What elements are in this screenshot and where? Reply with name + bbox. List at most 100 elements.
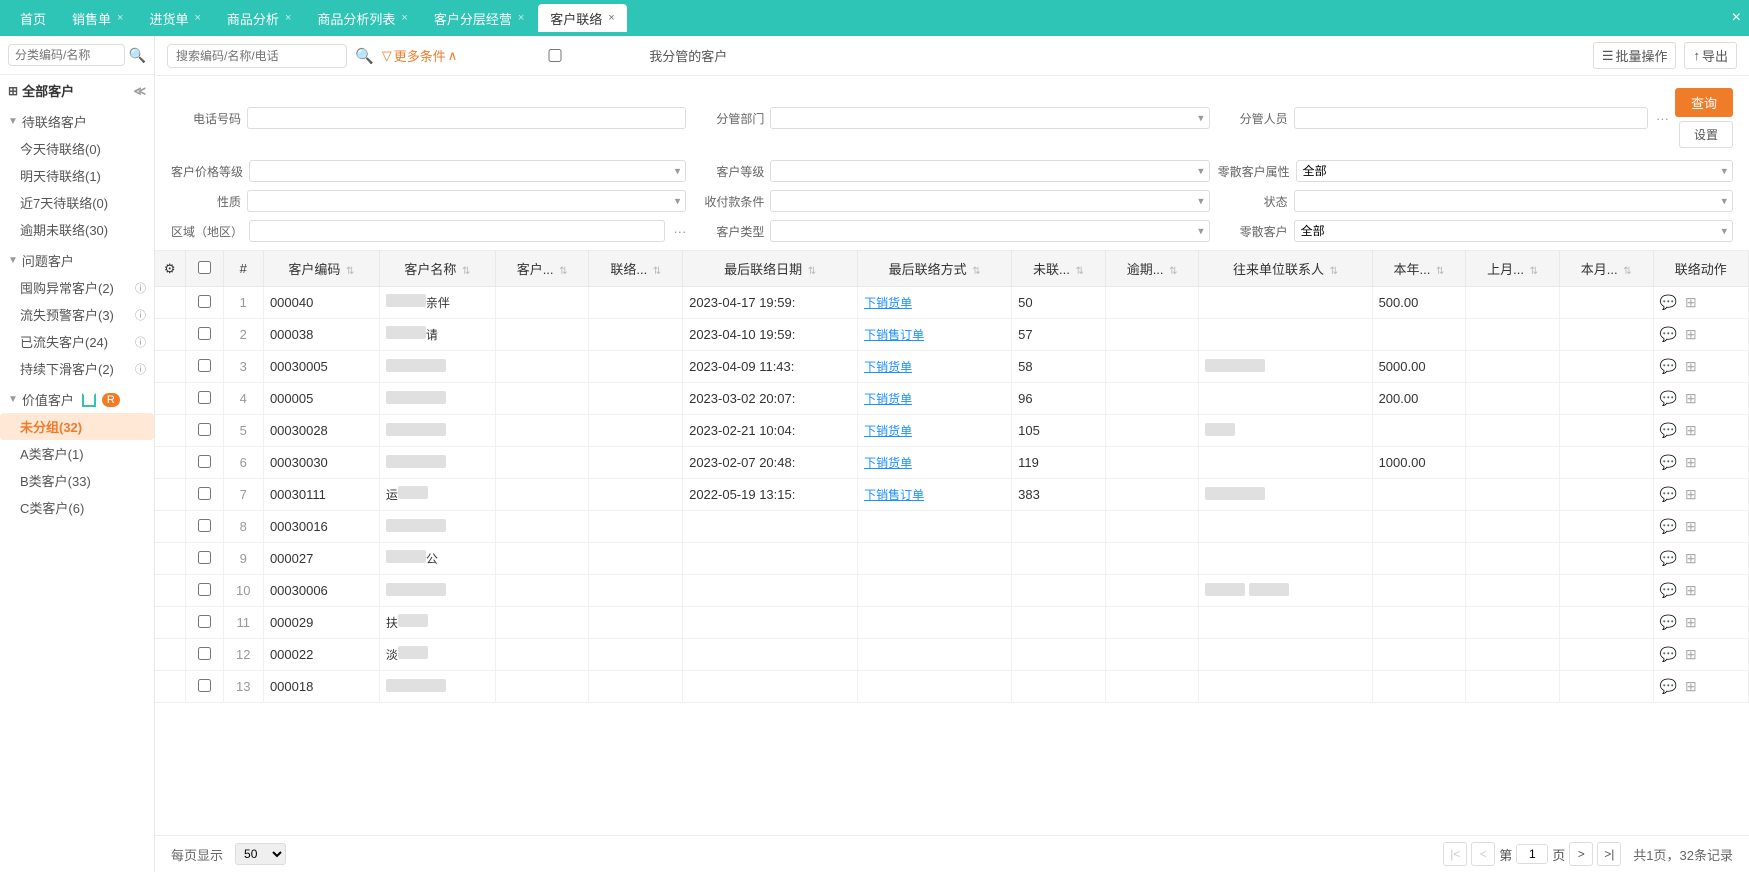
sidebar-group-value-title[interactable]: ▼ 价值客户 R [0, 386, 154, 413]
chat-icon[interactable]: 💬 [1660, 294, 1677, 311]
settings-col-header[interactable]: ⚙ [155, 251, 185, 287]
row-checkbox[interactable] [198, 455, 211, 468]
batch-operation-button[interactable]: ☰ 批量操作 [1593, 42, 1677, 69]
staff-more-icon[interactable]: ··· [1656, 111, 1669, 126]
last-date-col-header[interactable]: 最后联络日期 ⇅ [683, 251, 858, 287]
tab-purchase-close[interactable]: × [194, 12, 200, 24]
sidebar-group-pending-title[interactable]: ▼ 待联络客户 [0, 108, 154, 135]
row-checkbox[interactable] [198, 295, 211, 308]
customer-level-select[interactable] [770, 160, 1209, 182]
contact-col-header[interactable]: 联络... ⇅ [589, 251, 683, 287]
grid-action-icon[interactable]: ⊞ [1685, 646, 1697, 663]
chat-icon[interactable]: 💬 [1660, 326, 1677, 343]
row-checkbox[interactable] [198, 615, 211, 628]
my-customers-checkbox[interactable]: 我分管的客户 [465, 46, 727, 65]
row-checkbox[interactable] [198, 391, 211, 404]
chat-icon[interactable]: 💬 [1660, 486, 1677, 503]
row-checkbox[interactable] [198, 359, 211, 372]
tab-sales[interactable]: 销售单 × [60, 4, 135, 32]
refresh-circle-icon[interactable] [82, 392, 96, 408]
last-method-link[interactable]: 下销货单 [864, 424, 912, 438]
type-col-header[interactable]: 客户... ⇅ [495, 251, 589, 287]
grid-action-icon[interactable]: ⊞ [1685, 294, 1697, 311]
sidebar-all-customers[interactable]: ⊞ 全部客户 ≪ [0, 75, 154, 106]
last-method-link[interactable]: 下销货单 [864, 392, 912, 406]
tab-customer-segment-close[interactable]: × [518, 12, 524, 24]
tab-home[interactable]: 首页 [8, 4, 58, 32]
next-page-button[interactable]: > [1569, 842, 1593, 866]
row-checkbox[interactable] [198, 647, 211, 660]
grid-action-icon[interactable]: ⊞ [1685, 326, 1697, 343]
grid-action-icon[interactable]: ⊞ [1685, 678, 1697, 695]
status-select[interactable] [1294, 190, 1733, 212]
payment-select[interactable] [770, 190, 1209, 212]
sidebar-item-b[interactable]: B类客户(33) [0, 467, 154, 494]
grid-action-icon[interactable]: ⊞ [1685, 486, 1697, 503]
tab-product-analysis-list-close[interactable]: × [401, 12, 407, 24]
query-button[interactable]: 查询 [1675, 88, 1733, 117]
row-checkbox[interactable] [198, 487, 211, 500]
row-checkbox[interactable] [198, 519, 211, 532]
row-checkbox[interactable] [198, 423, 211, 436]
sidebar-item-c[interactable]: C类客户(6) [0, 494, 154, 521]
chat-icon[interactable]: 💬 [1660, 678, 1677, 695]
code-col-header[interactable]: 客户编码 ⇅ [263, 251, 379, 287]
last-method-col-header[interactable]: 最后联络方式 ⇅ [858, 251, 1012, 287]
sidebar-search-icon[interactable]: 🔍 [129, 47, 146, 64]
page-number-input[interactable] [1516, 844, 1548, 864]
prev-page-button[interactable]: < [1471, 842, 1495, 866]
settings-icon[interactable]: ⚙ [164, 261, 176, 276]
search-input[interactable] [167, 44, 347, 68]
export-button[interactable]: ↑ 导出 [1684, 42, 1737, 69]
region-more-icon[interactable]: ··· [673, 224, 686, 239]
search-button-icon[interactable]: 🔍 [355, 47, 374, 65]
customer-type-select[interactable] [770, 220, 1209, 242]
reset-button[interactable]: 设置 [1679, 121, 1733, 148]
phone-input[interactable] [247, 107, 686, 129]
sidebar-item-abnormal[interactable]: 囤购异常客户(2) ⓘ [0, 274, 154, 301]
last-method-link[interactable]: 下销货单 [864, 360, 912, 374]
grid-action-icon[interactable]: ⊞ [1685, 454, 1697, 471]
name-col-header[interactable]: 客户名称 ⇅ [379, 251, 495, 287]
chat-icon[interactable]: 💬 [1660, 422, 1677, 439]
region-input[interactable] [249, 220, 665, 242]
more-conditions-button[interactable]: ▽ 更多条件 ∧ [382, 46, 458, 65]
sidebar-collapse-icon[interactable]: ≪ [133, 84, 146, 98]
sidebar-item-overdue[interactable]: 逾期未联络(30) [0, 216, 154, 243]
sidebar-item-7days[interactable]: 近7天待联络(0) [0, 189, 154, 216]
chat-icon[interactable]: 💬 [1660, 358, 1677, 375]
nature-select[interactable] [247, 190, 686, 212]
chat-icon[interactable]: 💬 [1660, 550, 1677, 567]
tab-customer-contact[interactable]: 客户联络 × [538, 4, 626, 32]
sidebar-item-tomorrow[interactable]: 明天待联络(1) [0, 162, 154, 189]
grid-action-icon[interactable]: ⊞ [1685, 582, 1697, 599]
last-method-link[interactable]: 下销售订单 [864, 328, 924, 342]
tab-sales-close[interactable]: × [117, 12, 123, 24]
row-checkbox[interactable] [198, 583, 211, 596]
chat-icon[interactable]: 💬 [1660, 614, 1677, 631]
sidebar-item-ungroup[interactable]: 未分组(32) [0, 413, 154, 440]
sidebar-item-warning[interactable]: 流失预警客户(3) ⓘ [0, 301, 154, 328]
grid-action-icon[interactable]: ⊞ [1685, 358, 1697, 375]
row-checkbox[interactable] [198, 551, 211, 564]
last-page-button[interactable]: >| [1597, 842, 1621, 866]
row-checkbox[interactable] [198, 327, 211, 340]
contact-person-col-header[interactable]: 往来单位联系人 ⇅ [1199, 251, 1372, 287]
select-all-checkbox[interactable] [198, 261, 211, 274]
price-level-select[interactable] [249, 160, 686, 182]
page-size-select[interactable]: 50 100 200 [235, 843, 286, 865]
chat-icon[interactable]: 💬 [1660, 390, 1677, 407]
chat-icon[interactable]: 💬 [1660, 454, 1677, 471]
tab-product-analysis-close[interactable]: × [285, 12, 291, 24]
first-page-button[interactable]: |< [1443, 842, 1467, 866]
uncontacted-col-header[interactable]: 未联... ⇅ [1012, 251, 1106, 287]
sidebar-item-declining[interactable]: 持续下滑客户(2) ⓘ [0, 355, 154, 382]
sidebar-item-a[interactable]: A类客户(1) [0, 440, 154, 467]
retail-customer-select[interactable]: 全部 [1294, 220, 1733, 242]
retail-attr-select[interactable]: 全部 [1296, 160, 1733, 182]
sidebar-search-input[interactable] [8, 44, 125, 66]
this-month-col-header[interactable]: 本月... ⇅ [1559, 251, 1653, 287]
tab-customer-segment[interactable]: 客户分层经营 × [422, 4, 536, 32]
grid-action-icon[interactable]: ⊞ [1685, 422, 1697, 439]
last-month-col-header[interactable]: 上月... ⇅ [1466, 251, 1560, 287]
